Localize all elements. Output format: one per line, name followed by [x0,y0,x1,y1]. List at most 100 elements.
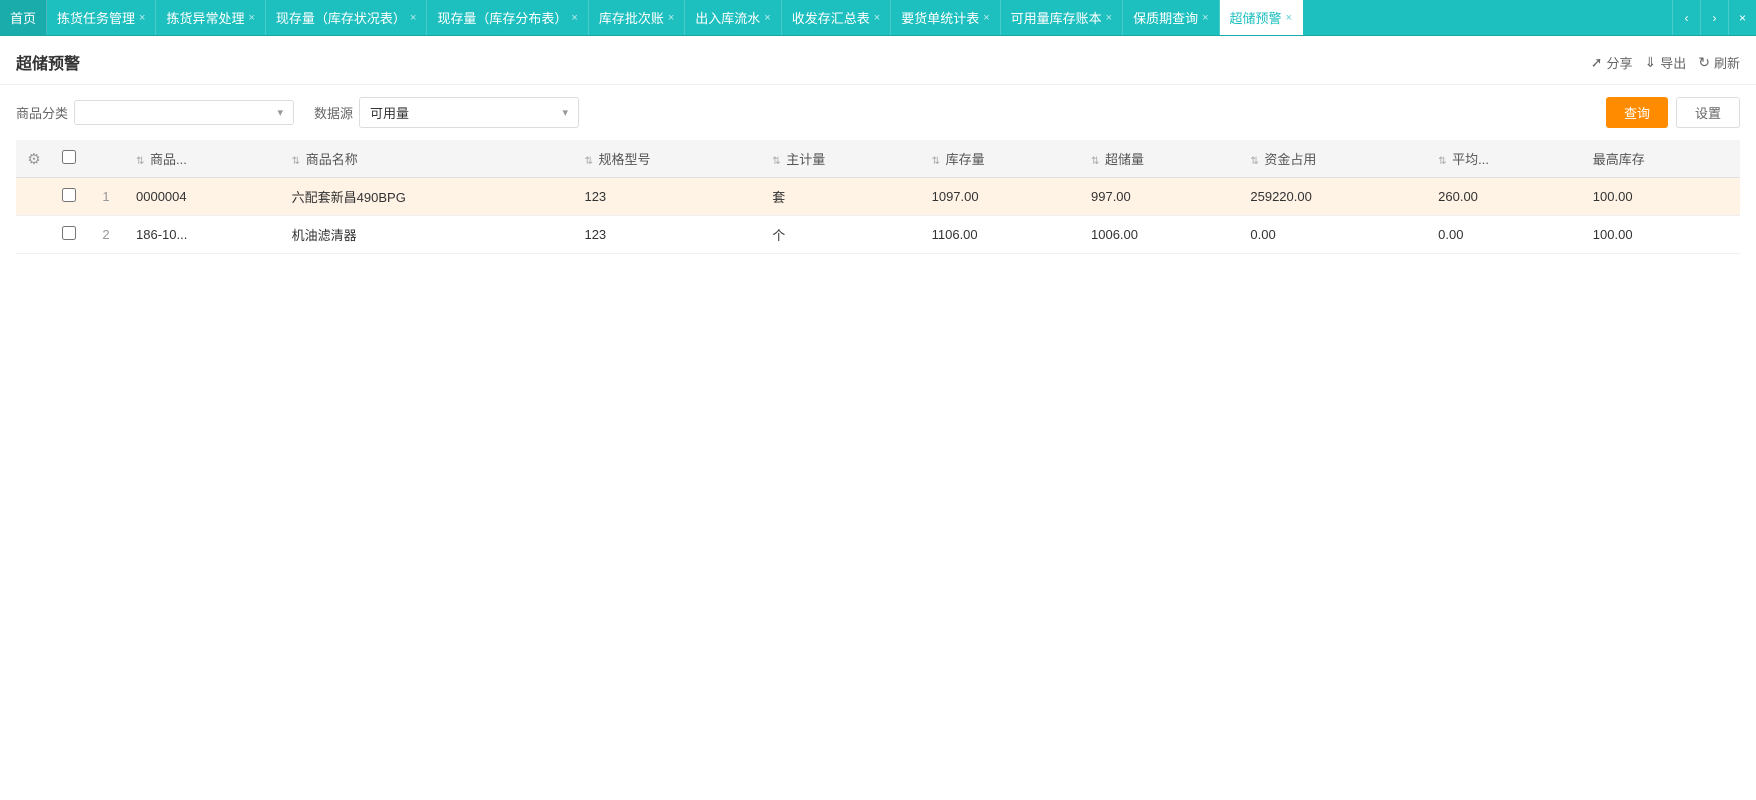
col-maxstock-header: 最高库存 [1583,140,1740,178]
category-select[interactable]: ▾ [74,100,294,125]
row-unit: 个 [762,216,921,254]
share-icon: ➚ [1591,54,1603,71]
col-over-label: 超储量 [1105,152,1144,167]
query-button[interactable]: 查询 [1606,97,1668,128]
sort-icon-over: ⇅ [1091,156,1099,167]
nav-tab-2-close[interactable]: × [248,12,254,24]
sort-icon-code: ⇅ [136,156,144,167]
refresh-icon: ↻ [1698,54,1710,71]
col-stock-header[interactable]: ⇅ 库存量 [922,140,1081,178]
refresh-button[interactable]: ↻ 刷新 [1698,53,1740,72]
export-icon: ⇓ [1645,54,1657,71]
datasource-select-value: 可用量 [370,103,409,122]
nav-tab-9-close[interactable]: × [1106,12,1112,24]
sort-icon-avg: ⇅ [1438,156,1446,167]
nav-tab-6-close[interactable]: × [764,12,770,24]
col-stock-label: 库存量 [946,152,985,167]
col-name-label: 商品名称 [306,152,358,167]
gear-header: ⚙ [16,140,52,178]
nav-tab-7[interactable]: 收发存汇总表 × [782,0,891,36]
nav-tab-home[interactable]: 首页 [0,0,47,36]
nav-tab-5[interactable]: 库存批次账 × [589,0,685,36]
nav-prev-button[interactable]: ‹ [1672,0,1700,36]
nav-tab-1-label: 拣货任务管理 [57,8,135,27]
row-unit: 套 [762,178,921,216]
row-capital: 259220.00 [1240,178,1428,216]
sort-icon-capital: ⇅ [1250,156,1258,167]
nav-close-button[interactable]: × [1728,0,1756,36]
datasource-select[interactable]: 可用量 ▾ [359,97,579,128]
rownum-header [86,140,126,178]
nav-tab-2-label: 拣货异常处理 [166,8,244,27]
select-all-checkbox[interactable] [62,150,76,164]
nav-next-button[interactable]: › [1700,0,1728,36]
row-stock: 1106.00 [922,216,1081,254]
export-button[interactable]: ⇓ 导出 [1645,53,1687,72]
row-code: 186-10... [126,216,282,254]
refresh-label: 刷新 [1714,53,1740,72]
col-code-header[interactable]: ⇅ 商品... [126,140,282,178]
nav-tab-10-label: 保质期查询 [1133,8,1198,27]
nav-tab-7-close[interactable]: × [874,12,880,24]
row-over: 1006.00 [1081,216,1240,254]
datasource-chevron-icon: ▾ [563,106,569,119]
nav-tab-3-close[interactable]: × [410,12,416,24]
checkbox-header [52,140,86,178]
row-num: 1 [86,178,126,216]
nav-tab-9-label: 可用量库存账本 [1011,8,1102,27]
row-checkbox-cell [52,178,86,216]
nav-tab-5-close[interactable]: × [668,12,674,24]
row-checkbox-0[interactable] [62,188,76,202]
sort-icon-name: ⇅ [292,156,300,167]
category-filter: 商品分类 ▾ [16,100,294,125]
table-header-row: ⚙ ⇅ 商品... ⇅ 商品名称 ⇅ [16,140,1740,178]
col-maxstock-label: 最高库存 [1593,152,1645,167]
filter-actions: 查询 设置 [1606,97,1740,128]
nav-tab-5-label: 库存批次账 [599,8,664,27]
nav-tab-3[interactable]: 现存量（库存状况表） × [266,0,427,36]
row-checkbox-1[interactable] [62,226,76,240]
row-spec: 123 [574,216,762,254]
nav-tab-active[interactable]: 超储预警 × [1220,0,1303,36]
gear-icon[interactable]: ⚙ [27,151,40,168]
nav-tab-4[interactable]: 现存量（库存分布表） × [427,0,588,36]
nav-tab-8[interactable]: 要货单统计表 × [891,0,1000,36]
export-label: 导出 [1660,53,1686,72]
row-capital: 0.00 [1240,216,1428,254]
nav-tab-1-close[interactable]: × [139,12,145,24]
row-over: 997.00 [1081,178,1240,216]
col-spec-header[interactable]: ⇅ 规格型号 [574,140,762,178]
category-label: 商品分类 [16,103,68,122]
nav-tab-6-label: 出入库流水 [695,8,760,27]
nav-tab-10[interactable]: 保质期查询 × [1123,0,1219,36]
nav-tab-6[interactable]: 出入库流水 × [685,0,781,36]
data-table: ⚙ ⇅ 商品... ⇅ 商品名称 ⇅ [16,140,1740,254]
col-unit-header[interactable]: ⇅ 主计量 [762,140,921,178]
row-code: 0000004 [126,178,282,216]
row-maxstock: 100.00 [1583,216,1740,254]
nav-tab-4-close[interactable]: × [571,12,577,24]
table-row: 2 186-10... 机油滤清器 123 个 1106.00 1006.00 … [16,216,1740,254]
share-button[interactable]: ➚ 分享 [1591,53,1633,72]
nav-tab-7-label: 收发存汇总表 [792,8,870,27]
nav-tab-9[interactable]: 可用量库存账本 × [1001,0,1123,36]
nav-tab-8-close[interactable]: × [983,12,989,24]
row-num: 2 [86,216,126,254]
table-row: 1 0000004 六配套新昌490BPG 123 套 1097.00 997.… [16,178,1740,216]
nav-tab-1[interactable]: 拣货任务管理 × [47,0,156,36]
col-over-header[interactable]: ⇅ 超储量 [1081,140,1240,178]
col-name-header[interactable]: ⇅ 商品名称 [282,140,575,178]
page-content: 超储预警 ➚ 分享 ⇓ 导出 ↻ 刷新 商品分类 ▾ 数据源 [0,36,1756,800]
row-avg: 0.00 [1428,216,1583,254]
nav-tab-active-label: 超储预警 [1230,8,1282,27]
col-avg-header[interactable]: ⇅ 平均... [1428,140,1583,178]
settings-button[interactable]: 设置 [1676,97,1740,128]
filter-area: 商品分类 ▾ 数据源 可用量 ▾ 查询 设置 [0,85,1756,140]
col-capital-header[interactable]: ⇅ 资金占用 [1240,140,1428,178]
nav-tab-2[interactable]: 拣货异常处理 × [156,0,265,36]
nav-tab-10-close[interactable]: × [1202,12,1208,24]
share-label: 分享 [1606,53,1632,72]
col-spec-label: 规格型号 [598,152,650,167]
row-checkbox-cell [52,216,86,254]
nav-tab-active-close[interactable]: × [1286,12,1292,24]
